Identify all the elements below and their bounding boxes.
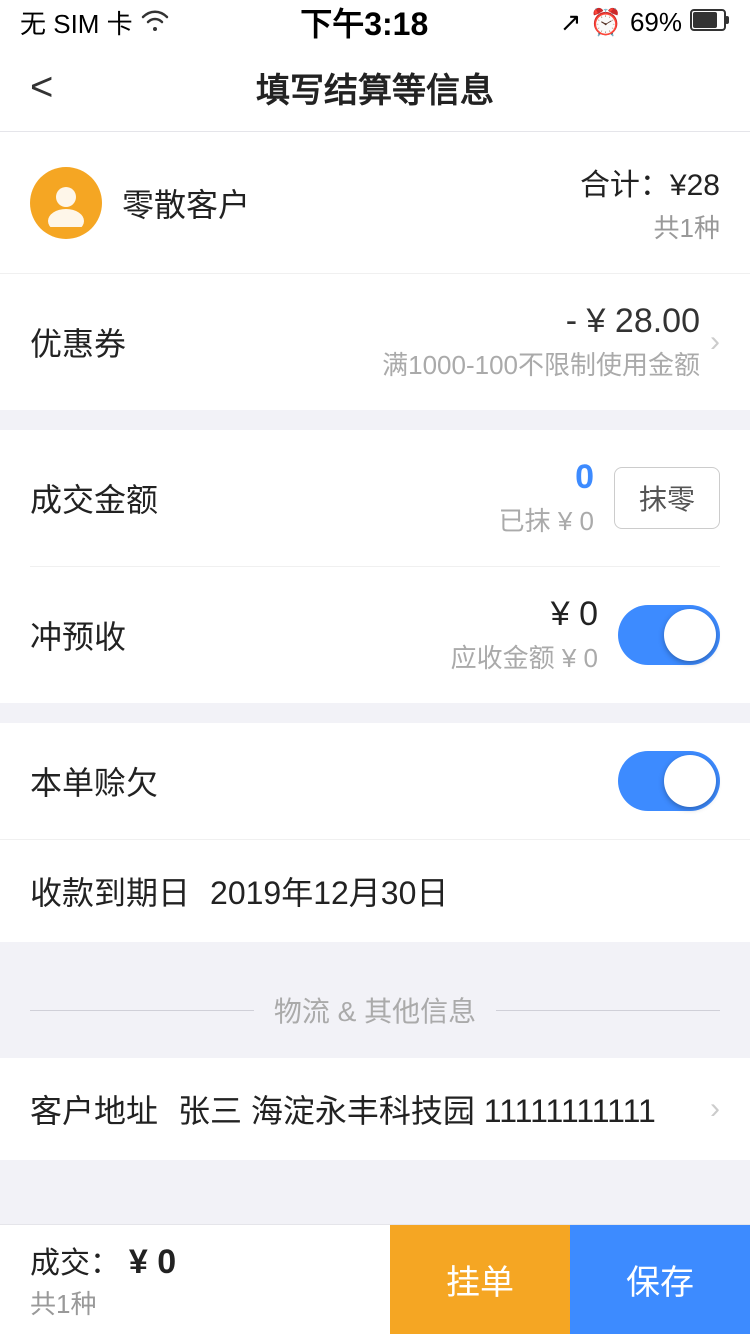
battery-text: 69%: [630, 7, 682, 38]
debt-toggle[interactable]: [618, 751, 720, 811]
due-date-row: 收款到期日 2019年12月30日: [0, 839, 750, 942]
bottom-summary: 成交： ¥ 0 共1种: [0, 1238, 390, 1321]
nav-bar: < 填写结算等信息: [0, 44, 750, 132]
divider-right: [496, 1010, 720, 1011]
coupon-info: - ¥ 28.00 满1000-100不限制使用金额: [382, 302, 700, 382]
address-row[interactable]: 客户地址 张三 海淀永丰科技园 11111111111 ›: [0, 1058, 750, 1160]
section-gap-2: [0, 703, 750, 723]
chevron-right-icon: ›: [710, 325, 720, 359]
bottom-count: 共1种: [30, 1284, 360, 1321]
address-value: 张三 海淀永丰科技园 11111111111: [178, 1086, 656, 1132]
no-sim-text: 无 SIM 卡: [20, 4, 133, 41]
coupon-discount: - ¥ 28.00: [382, 302, 700, 341]
customer-right: 合计：¥28 共1种: [580, 160, 720, 245]
deal-amount-row: 成交金额 0 已抹 ¥ 0 抹零: [30, 430, 720, 567]
prepayment-label: 冲预收: [30, 612, 126, 658]
location-icon: ↗: [560, 7, 582, 38]
bottom-deal-label: 成交：: [30, 1247, 120, 1280]
bottom-deal-line: 成交： ¥ 0: [30, 1238, 360, 1282]
section-gap-3: [0, 942, 750, 962]
page-title: 填写结算等信息: [256, 63, 494, 112]
address-label: 客户地址: [30, 1086, 158, 1132]
divider-left: [30, 1010, 254, 1011]
back-button[interactable]: <: [30, 65, 53, 110]
debt-row: 本单赊欠: [0, 723, 750, 839]
alarm-icon: ⏰: [590, 7, 622, 38]
due-date-value: 2019年12月30日: [210, 868, 448, 914]
save-button[interactable]: 保存: [570, 1225, 750, 1334]
battery-icon: [690, 7, 730, 38]
logistics-header: 物流 & 其他信息: [0, 962, 750, 1058]
address-chevron-icon: ›: [710, 1092, 720, 1126]
due-date-label: 收款到期日: [30, 868, 190, 914]
coupon-label: 优惠券: [30, 319, 126, 365]
status-left: 无 SIM 卡: [20, 4, 169, 41]
status-bar: 无 SIM 卡 下午3:18 ↗ ⏰ 69%: [0, 0, 750, 44]
avatar: [30, 167, 102, 239]
address-left: 客户地址 张三 海淀永丰科技园 11111111111: [30, 1086, 656, 1132]
deal-amount-label: 成交金额: [30, 475, 158, 521]
prepayment-row: 冲预收 ¥ 0 应收金额 ¥ 0: [30, 567, 720, 703]
deal-amount-value: 0: [499, 458, 594, 497]
debt-toggle-knob: [664, 755, 716, 807]
deal-amount-value-group: 0 已抹 ¥ 0: [499, 458, 594, 538]
deal-amount-sub: 已抹 ¥ 0: [499, 501, 594, 538]
wifi-icon: [141, 7, 169, 38]
section-gap-1: [0, 410, 750, 430]
logistics-divider: 物流 & 其他信息: [30, 990, 720, 1030]
total-amount: 合计：¥28: [580, 160, 720, 204]
status-right: ↗ ⏰ 69%: [560, 7, 730, 38]
main-content: 零散客户 合计：¥28 共1种 优惠券 - ¥ 28.00 满1000-100不…: [0, 132, 750, 1280]
bottom-actions: 挂单 保存: [390, 1225, 750, 1334]
customer-section: 零散客户 合计：¥28 共1种 优惠券 - ¥ 28.00 满1000-100不…: [0, 132, 750, 410]
prepay-values: ¥ 0 应收金额 ¥ 0: [451, 595, 598, 675]
coupon-row[interactable]: 优惠券 - ¥ 28.00 满1000-100不限制使用金额 ›: [0, 273, 750, 410]
customer-row: 零散客户 合计：¥28 共1种: [0, 132, 750, 273]
prepay-amount-right: ¥ 0 应收金额 ¥ 0: [451, 595, 720, 675]
coupon-desc: 满1000-100不限制使用金额: [382, 345, 700, 382]
bottom-bar: 成交： ¥ 0 共1种 挂单 保存: [0, 1224, 750, 1334]
prepay-main-amount: ¥ 0: [451, 595, 598, 634]
prepayment-toggle[interactable]: [618, 605, 720, 665]
hold-order-button[interactable]: 挂单: [390, 1225, 570, 1334]
deal-amount-right: 0 已抹 ¥ 0 抹零: [499, 458, 720, 538]
customer-left: 零散客户: [30, 167, 250, 239]
debt-section: 本单赊欠 收款到期日 2019年12月30日: [0, 723, 750, 942]
toggle-knob: [664, 609, 716, 661]
round-off-button[interactable]: 抹零: [614, 467, 720, 529]
debt-label: 本单赊欠: [30, 758, 158, 804]
status-time: 下午3:18: [300, 0, 428, 45]
logistics-title: 物流 & 其他信息: [274, 990, 476, 1030]
customer-name: 零散客户: [122, 180, 250, 226]
coupon-right: - ¥ 28.00 满1000-100不限制使用金额 ›: [382, 302, 720, 382]
prepay-sub-amount: 应收金额 ¥ 0: [451, 638, 598, 675]
bottom-deal-amount: ¥ 0: [129, 1243, 176, 1281]
amount-section: 成交金额 0 已抹 ¥ 0 抹零 冲预收 ¥ 0 应收金额 ¥ 0: [0, 430, 750, 703]
total-count: 共1种: [580, 208, 720, 245]
